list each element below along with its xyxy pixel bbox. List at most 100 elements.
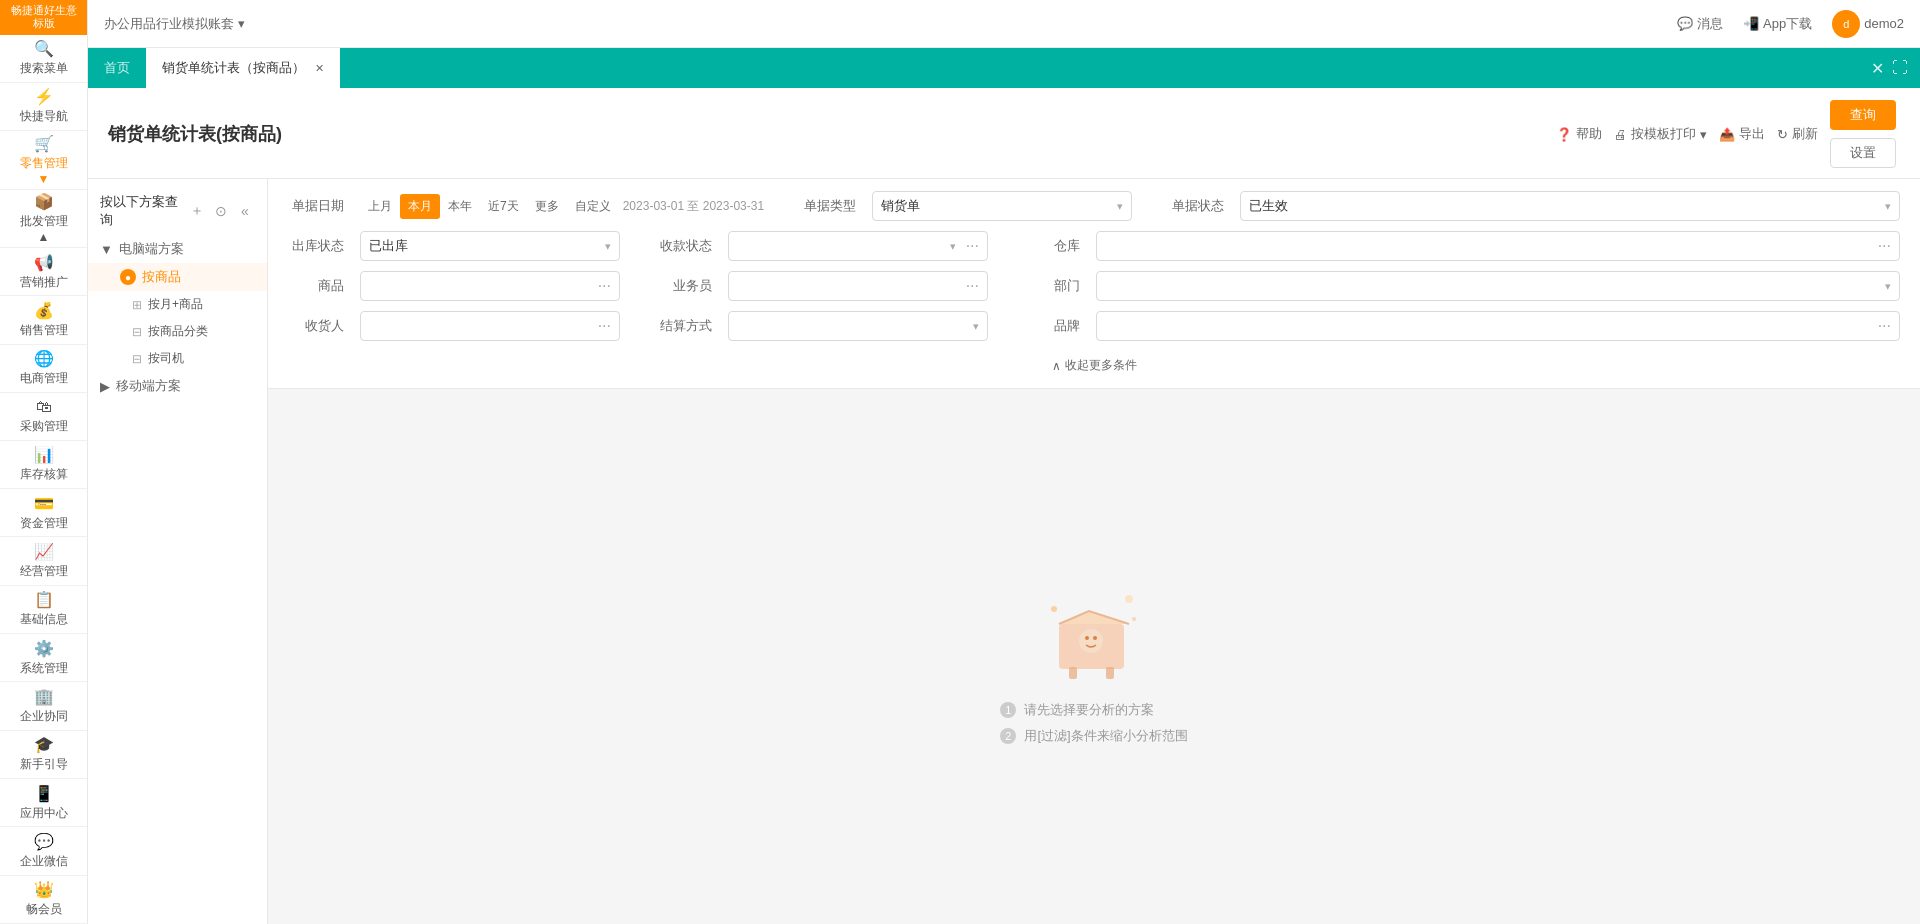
sidebar-item-finance-label: 资金管理 [20, 515, 68, 532]
type-value: 销货单 [881, 197, 1111, 215]
filter-area: 单据日期 上月 本月 本年 近7天 更多 自定义 2023-03-01 至 20… [268, 179, 1920, 389]
scheme-actions: ＋ ⊙ « [187, 201, 255, 221]
sidebar-item-system[interactable]: ⚙️ 系统管理 [0, 634, 87, 682]
staff-label: 业务员 [656, 277, 712, 295]
scheme-title: 按以下方案查询 [100, 193, 181, 229]
scheme-sub-item-driver[interactable]: ⊟ 按司机 [88, 345, 267, 372]
date-last-7days-btn[interactable]: 近7天 [480, 194, 527, 219]
sidebar-item-marketing-label: 营销推广 [20, 274, 68, 291]
scheme-group-mobile-title[interactable]: ▶ 移动端方案 [88, 372, 267, 400]
sidebar-item-inventory[interactable]: 📊 库存核算 [0, 441, 87, 489]
svg-point-2 [1085, 636, 1089, 640]
sidebar-item-purchase[interactable]: 🛍 采购管理 [0, 393, 87, 441]
svg-rect-8 [1106, 667, 1114, 679]
date-custom-btn[interactable]: 自定义 [567, 194, 619, 219]
sidebar-item-retail[interactable]: 🛒 零售管理 ▼ [0, 131, 87, 189]
collapse-button[interactable]: ∧ 收起更多条件 [288, 351, 1900, 376]
tip-num-1: 1 [1000, 702, 1016, 718]
refresh-button[interactable]: ↻ 刷新 [1777, 125, 1818, 143]
tab-close-window-icon[interactable]: ✕ [1871, 59, 1884, 78]
help-button[interactable]: ❓ 帮助 [1556, 125, 1602, 143]
sidebar-item-member[interactable]: 👑 畅会员 [0, 876, 87, 924]
goods-dots[interactable]: ··· [598, 277, 611, 295]
scheme-sub-label-2: 按商品分类 [148, 323, 208, 340]
enterprise-icon: 🏢 [34, 687, 54, 706]
scheme-item-by-goods[interactable]: ● 按商品 [88, 263, 267, 291]
scheme-settings-icon[interactable]: ⊙ [211, 201, 231, 221]
scheme-sub-item-goods-cat[interactable]: ⊟ 按商品分类 [88, 318, 267, 345]
sidebar-item-quick-nav[interactable]: ⚡ 快捷导航 [0, 83, 87, 131]
scheme-sub-icon-2: ⊟ [132, 325, 142, 339]
app-icon: 📲 [1743, 16, 1759, 31]
scheme-sub-item-month-goods[interactable]: ⊞ 按月+商品 [88, 291, 267, 318]
sidebar-item-sales[interactable]: 💰 销售管理 [0, 296, 87, 344]
tab-maximize-icon[interactable]: ⛶ [1892, 59, 1908, 77]
scheme-panel: 按以下方案查询 ＋ ⊙ « ▼ 电脑端方案 ● 按商品 [88, 179, 268, 924]
query-button[interactable]: 查询 [1830, 100, 1896, 130]
sidebar-logo[interactable]: 畅捷通好生意 标版 [0, 0, 87, 35]
sidebar-item-marketing[interactable]: 📢 营销推广 [0, 248, 87, 296]
payment-control[interactable]: ▾ ··· [728, 231, 988, 261]
settle-control[interactable]: ▾ [728, 311, 988, 341]
sidebar-item-wholesale[interactable]: 📦 批发管理 ▲ [0, 190, 87, 248]
user-profile[interactable]: d demo2 [1832, 10, 1904, 38]
print-button[interactable]: 🖨 按模板打印 ▾ [1614, 125, 1707, 143]
sidebar-item-enterprise[interactable]: 🏢 企业协同 [0, 682, 87, 730]
sidebar-item-basic[interactable]: 📋 基础信息 [0, 586, 87, 634]
status-control[interactable]: 已生效 ▾ [1240, 191, 1900, 221]
sidebar-item-member-label: 畅会员 [26, 901, 62, 918]
warehouse-dots[interactable]: ··· [1878, 237, 1891, 255]
svg-point-6 [1125, 595, 1133, 603]
main-area: 办公用品行业模拟账套 ▾ 💬 消息 📲 App下载 d demo2 首页 [88, 0, 1920, 924]
tab-sales-stat[interactable]: 销货单统计表（按商品） ✕ [146, 48, 340, 88]
scheme-sub-icon-1: ⊞ [132, 298, 142, 312]
sidebar-item-enterprise-label: 企业协同 [20, 708, 68, 725]
date-label: 单据日期 [288, 197, 344, 215]
storage-control[interactable]: 已出库 ▾ [360, 231, 620, 261]
date-last-month-btn[interactable]: 上月 [360, 194, 400, 219]
export-button[interactable]: 📤 导出 [1719, 125, 1765, 143]
tab-home[interactable]: 首页 [88, 48, 146, 88]
date-this-year-btn[interactable]: 本年 [440, 194, 480, 219]
goods-control[interactable]: ··· [360, 271, 620, 301]
receiver-control[interactable]: ··· [360, 311, 620, 341]
tip-text-1: 请先选择要分析的方案 [1024, 701, 1154, 719]
staff-dots[interactable]: ··· [966, 277, 979, 295]
receiver-dots[interactable]: ··· [598, 317, 611, 335]
appcenter-icon: 📱 [34, 784, 54, 803]
staff-control[interactable]: ··· [728, 271, 988, 301]
sidebar-item-wechat[interactable]: 💬 企业微信 [0, 827, 87, 875]
scheme-collapse-icon[interactable]: « [235, 201, 255, 221]
app-download-label: App下载 [1763, 15, 1812, 33]
scheme-mobile-expand-icon: ▶ [100, 379, 110, 394]
sidebar-item-operation[interactable]: 📈 经营管理 [0, 537, 87, 585]
setting-button[interactable]: 设置 [1830, 138, 1896, 168]
sidebar-item-search[interactable]: 🔍 搜索菜单 [0, 35, 87, 83]
content-area: 销货单统计表(按商品) ❓ 帮助 🖨 按模板打印 ▾ 📤 导出 ↻ 刷新 [88, 88, 1920, 924]
date-more-btn[interactable]: 更多 [527, 194, 567, 219]
storage-dropdown-icon: ▾ [605, 240, 611, 253]
sidebar-item-appcenter[interactable]: 📱 应用中心 [0, 779, 87, 827]
brand-dots[interactable]: ··· [1878, 317, 1891, 335]
app-download-button[interactable]: 📲 App下载 [1743, 15, 1812, 33]
sidebar-item-finance[interactable]: 💳 资金管理 [0, 489, 87, 537]
brand-control[interactable]: ··· [1096, 311, 1900, 341]
scheme-add-icon[interactable]: ＋ [187, 201, 207, 221]
date-quick-buttons: 上月 本月 本年 近7天 更多 自定义 2023-03-01 至 2023-03… [360, 194, 764, 219]
payment-dots[interactable]: ··· [966, 237, 979, 255]
dept-control[interactable]: ▾ [1096, 271, 1900, 301]
sidebar-item-ecommerce[interactable]: 🌐 电商管理 [0, 345, 87, 393]
scheme-group-desktop-title[interactable]: ▼ 电脑端方案 [88, 235, 267, 263]
dept-dropdown-icon: ▾ [1885, 280, 1891, 293]
sidebar-item-newbie[interactable]: 🎓 新手引导 [0, 731, 87, 779]
refresh-label: 刷新 [1792, 125, 1818, 143]
tab-close-icon[interactable]: ✕ [315, 62, 324, 75]
scheme-sub-label-3: 按司机 [148, 350, 184, 367]
date-this-month-btn[interactable]: 本月 [400, 194, 440, 219]
top-header-left: 办公用品行业模拟账套 ▾ [104, 15, 245, 33]
warehouse-control[interactable]: ··· [1096, 231, 1900, 261]
type-control[interactable]: 销货单 ▾ [872, 191, 1132, 221]
industry-select[interactable]: 办公用品行业模拟账套 ▾ [104, 15, 245, 33]
message-button[interactable]: 💬 消息 [1677, 15, 1723, 33]
avatar-text: d [1843, 18, 1849, 30]
